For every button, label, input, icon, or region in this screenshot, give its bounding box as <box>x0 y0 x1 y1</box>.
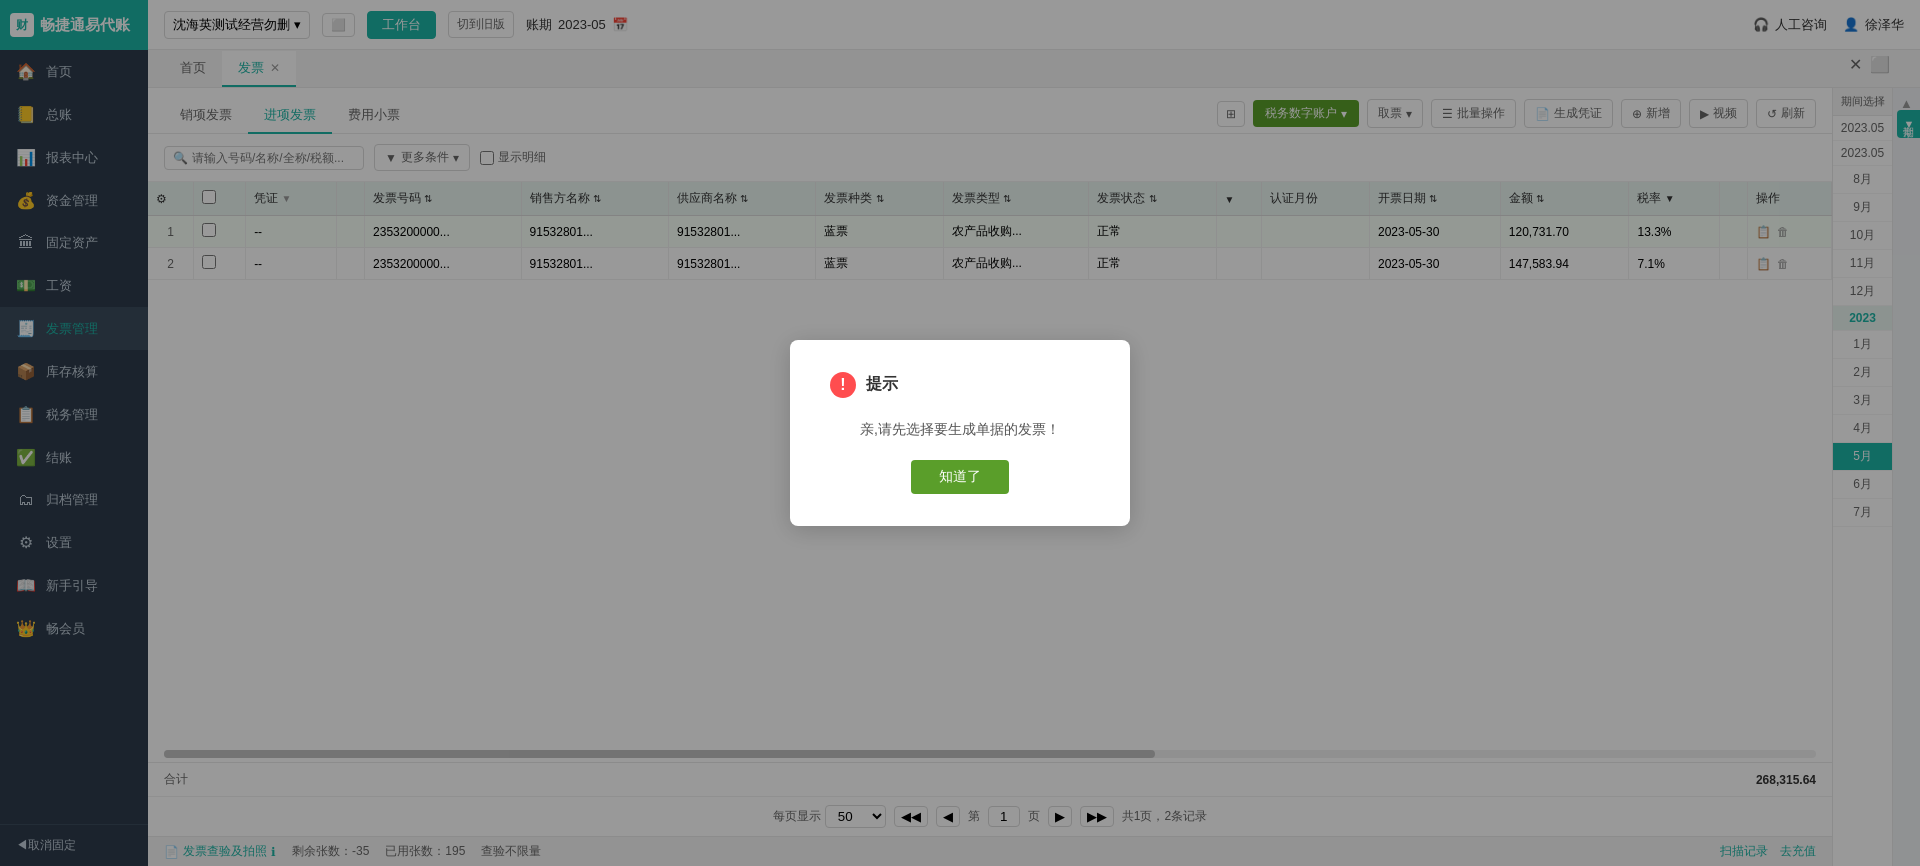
modal-message: 亲,请先选择要生成单据的发票！ <box>860 418 1060 440</box>
modal-overlay: ! 提示 亲,请先选择要生成单据的发票！ 知道了 <box>0 0 1920 866</box>
modal-warning-icon: ! <box>830 372 856 398</box>
modal-title: 提示 <box>866 374 898 395</box>
modal-title-row: ! 提示 <box>830 372 1090 398</box>
modal-box: ! 提示 亲,请先选择要生成单据的发票！ 知道了 <box>790 340 1130 526</box>
modal-confirm-button[interactable]: 知道了 <box>911 460 1009 494</box>
